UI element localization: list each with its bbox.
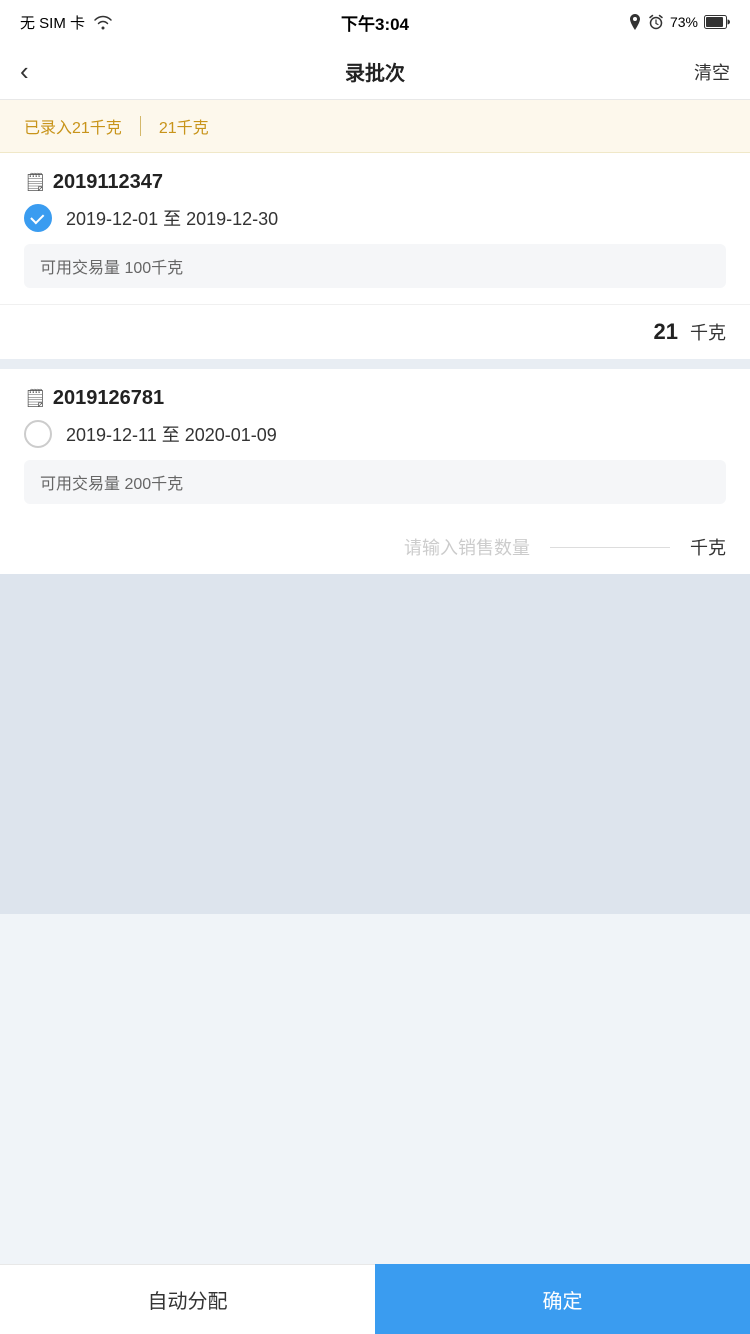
back-button[interactable]: ‹ xyxy=(20,56,29,87)
batch-avail-2: 可用交易量 200千克 xyxy=(24,460,726,504)
input-unit-2: 千克 xyxy=(690,534,726,560)
batch-item-1: 🗒 2019112347 2019-12-01 至 2019-12-30 可用交… xyxy=(0,153,750,359)
alarm-icon xyxy=(648,14,664,30)
amount-text: 21千克 xyxy=(159,114,209,138)
doc-icon-1: 🗒 xyxy=(24,172,47,193)
batch-date-2: 2019-12-11 至 2020-01-09 xyxy=(66,421,277,447)
status-bar: 无 SIM 卡 下午3:04 73% xyxy=(0,0,750,44)
battery-icon xyxy=(704,15,730,29)
input-placeholder-2: 请输入销售数量 xyxy=(404,534,530,560)
location-icon xyxy=(628,14,642,30)
batch-id-1: 2019112347 xyxy=(53,171,163,194)
doc-icon-2: 🗒 xyxy=(24,388,47,409)
status-time: 下午3:04 xyxy=(341,10,409,35)
batch-date-1: 2019-12-01 至 2019-12-30 xyxy=(66,205,278,231)
status-left: 无 SIM 卡 xyxy=(20,12,113,33)
amount-row-1: 21 千克 xyxy=(0,304,750,359)
recorded-text: 已录入21千克 xyxy=(24,114,122,138)
banner-divider xyxy=(140,116,141,136)
section-divider xyxy=(0,359,750,369)
info-banner: 已录入21千克 21千克 xyxy=(0,100,750,153)
battery-text: 73% xyxy=(670,14,698,30)
batch-id-2: 2019126781 xyxy=(53,387,164,410)
page-title: 录批次 xyxy=(345,57,405,86)
status-right: 73% xyxy=(628,14,730,30)
auto-distribute-button[interactable]: 自动分配 xyxy=(0,1264,375,1334)
bottom-bar: 自动分配 确定 xyxy=(0,1264,750,1334)
wifi-icon xyxy=(93,14,113,30)
confirm-button[interactable]: 确定 xyxy=(375,1264,750,1334)
batch-item-2: 🗒 2019126781 2019-12-11 至 2020-01-09 可用交… xyxy=(0,369,750,574)
grey-area xyxy=(0,574,750,914)
input-row-2: 请输入销售数量 千克 xyxy=(0,520,750,574)
carrier-text: 无 SIM 卡 xyxy=(20,12,85,33)
amount-value-1: 21 xyxy=(654,319,678,345)
batch-avail-1: 可用交易量 100千克 xyxy=(24,244,726,288)
amount-unit-1: 千克 xyxy=(690,319,726,345)
clear-button[interactable]: 清空 xyxy=(694,59,730,85)
radio-1[interactable] xyxy=(24,204,52,232)
radio-2[interactable] xyxy=(24,420,52,448)
nav-bar: ‹ 录批次 清空 xyxy=(0,44,750,100)
